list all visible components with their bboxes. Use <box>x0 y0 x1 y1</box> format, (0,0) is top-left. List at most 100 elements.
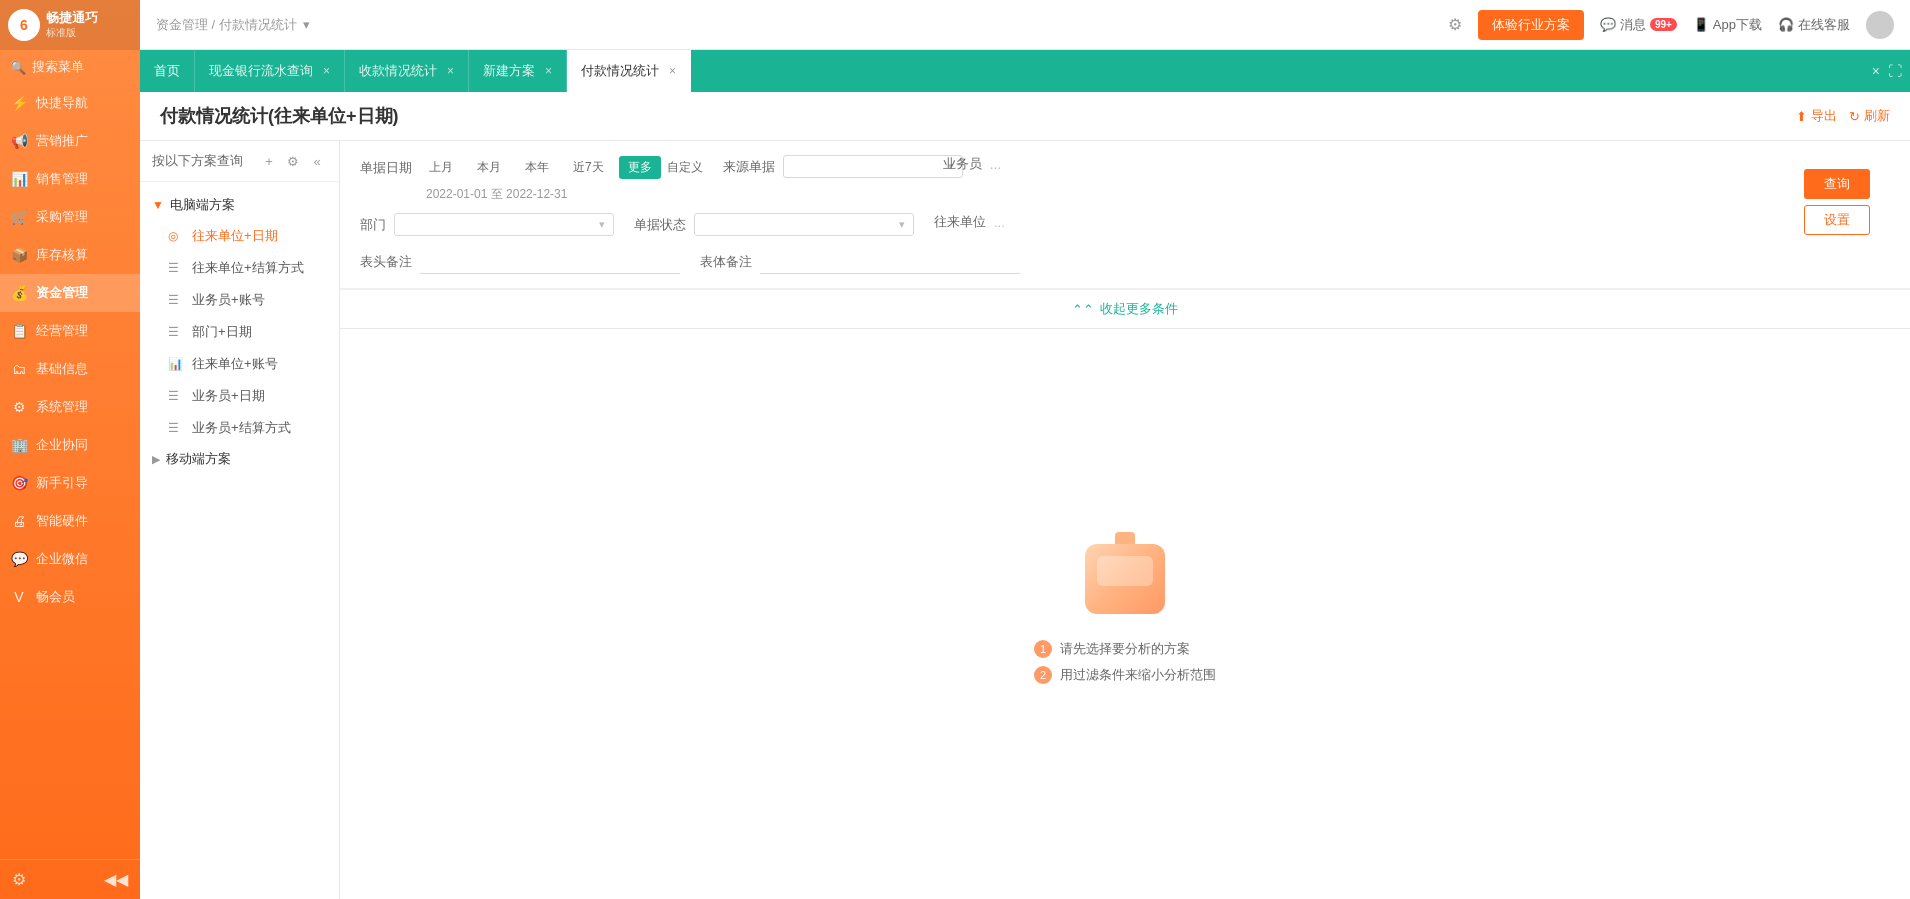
scheme-item-partner-account[interactable]: 📊 往来单位+账号 <box>140 348 339 380</box>
scheme-item-dept-date[interactable]: ☰ 部门+日期 <box>140 316 339 348</box>
sidebar-footer: ⚙ ◀◀ <box>0 859 140 899</box>
tab-new-scheme[interactable]: 新建方案 × <box>469 50 567 92</box>
staff-picker-btn[interactable]: ... <box>990 156 1002 172</box>
sidebar-item-label: 库存核算 <box>36 246 88 264</box>
sidebar-item-capital[interactable]: 💰 资金管理 <box>0 274 140 312</box>
sidebar-item-marketing[interactable]: 📢 营销推广 <box>0 122 140 160</box>
sidebar-item-operations[interactable]: 📋 经营管理 <box>0 312 140 350</box>
tab-receipt-stats-close[interactable]: × <box>447 64 454 78</box>
date-btn-this-month[interactable]: 本月 <box>468 155 510 180</box>
sidebar-item-purchase[interactable]: 🛒 采购管理 <box>0 198 140 236</box>
sidebar-item-system[interactable]: ⚙ 系统管理 <box>0 388 140 426</box>
breadcrumb-chevron: ▾ <box>303 17 310 32</box>
sidebar-item-label: 销售管理 <box>36 170 88 188</box>
scheme-add-btn[interactable]: + <box>259 151 279 171</box>
query-btn[interactable]: 查询 <box>1804 169 1870 199</box>
source-select[interactable]: ▾ <box>783 155 963 178</box>
purchase-icon: 🛒 <box>10 208 28 226</box>
scheme-tree: ▼ 电脑端方案 ◎ 往来单位+日期 ☰ 往来单位+结算方式 ☰ <box>140 182 339 899</box>
sidebar-item-quick-nav[interactable]: ⚡ 快捷导航 <box>0 84 140 122</box>
sidebar-item-sales[interactable]: 📊 销售管理 <box>0 160 140 198</box>
sidebar-item-basicinfo[interactable]: 🗂 基础信息 <box>0 350 140 388</box>
scheme-item-staff-settlement[interactable]: ☰ 业务员+结算方式 <box>140 412 339 444</box>
sidebar-item-hardware[interactable]: 🖨 智能硬件 <box>0 502 140 540</box>
filter-header-remark-item: 表头备注 <box>360 250 680 274</box>
body-remark-label: 表体备注 <box>700 253 752 271</box>
export-icon: ⬆ <box>1796 109 1807 124</box>
date-range-display: 2022-01-01 至 2022-12-31 <box>426 186 567 203</box>
breadcrumb-text: 资金管理 / 付款情况统计 <box>156 16 297 34</box>
header-remark-input[interactable] <box>420 250 680 274</box>
sidebar-item-wechat[interactable]: 💬 企业微信 <box>0 540 140 578</box>
desktop-group-label: 电脑端方案 <box>170 196 235 214</box>
mobile-group-title[interactable]: ▶ 移动端方案 <box>140 444 339 474</box>
body-remark-input[interactable] <box>760 250 1020 274</box>
app-download-btn[interactable]: 📱 App下载 <box>1693 16 1762 34</box>
scheme-collapse-btn[interactable]: « <box>307 151 327 171</box>
scheme-item-label-0: 往来单位+日期 <box>192 227 278 245</box>
collapse-conditions-btn[interactable]: ⌃⌃ 收起更多条件 <box>340 289 1910 328</box>
sidebar-item-label: 快捷导航 <box>36 94 88 112</box>
date-btn-last-month[interactable]: 上月 <box>420 155 462 180</box>
logo-text-group: 畅捷通巧 标准版 <box>46 10 98 40</box>
tab-payment-stats-close[interactable]: × <box>669 64 676 78</box>
export-label: 导出 <box>1811 107 1837 125</box>
sidebar-item-label: 新手引导 <box>36 474 88 492</box>
sidebar-item-label: 采购管理 <box>36 208 88 226</box>
settings-bottom-icon[interactable]: ⚙ <box>12 870 26 889</box>
scheme-settings-btn[interactable]: ⚙ <box>283 151 303 171</box>
date-custom-label[interactable]: 自定义 <box>667 159 703 176</box>
collapse-sidebar-icon[interactable]: ◀◀ <box>104 870 128 889</box>
tab-window-controls: × ⛶ <box>1872 63 1910 79</box>
search-icon: 🔍 <box>10 60 26 75</box>
tab-cash-flow[interactable]: 现金银行流水查询 × <box>195 50 345 92</box>
date-btn-this-year[interactable]: 本年 <box>516 155 558 180</box>
sidebar-item-inventory[interactable]: 📦 库存核算 <box>0 236 140 274</box>
online-service-icon: 🎧 <box>1778 17 1794 32</box>
scheme-item-icon-1: ☰ <box>168 261 184 275</box>
message-icon: 💬 <box>1600 17 1616 32</box>
tab-cash-flow-close[interactable]: × <box>323 64 330 78</box>
enterprise-icon: 🏢 <box>10 436 28 454</box>
tab-receipt-stats[interactable]: 收款情况统计 × <box>345 50 469 92</box>
date-btn-7days[interactable]: 近7天 <box>564 155 613 180</box>
filter-staff-item: 业务员 ... 查询 设置 <box>943 155 1890 173</box>
user-avatar[interactable] <box>1866 11 1894 39</box>
date-btn-more[interactable]: 更多 <box>619 156 661 179</box>
status-select[interactable]: ▾ <box>694 213 914 236</box>
scheme-item-staff-account[interactable]: ☰ 业务员+账号 <box>140 284 339 316</box>
sidebar-item-enterprise[interactable]: 🏢 企业协同 <box>0 426 140 464</box>
sidebar-item-guide[interactable]: 🎯 新手引导 <box>0 464 140 502</box>
tab-new-scheme-close[interactable]: × <box>545 64 552 78</box>
partner-label: 往来单位 <box>934 213 986 231</box>
online-service-btn[interactable]: 🎧 在线客服 <box>1778 16 1850 34</box>
sidebar-search[interactable]: 🔍 搜索菜单 <box>0 50 140 84</box>
capital-icon: 💰 <box>10 284 28 302</box>
dept-select[interactable]: ▾ <box>394 213 614 236</box>
sidebar-logo: 6 畅捷通巧 标准版 <box>0 0 140 50</box>
desktop-group-title[interactable]: ▼ 电脑端方案 <box>140 190 339 220</box>
trial-btn[interactable]: 体验行业方案 <box>1478 10 1584 40</box>
empty-hint-2: 2 用过滤条件来缩小分析范围 <box>1034 666 1216 684</box>
scheme-actions: + ⚙ « <box>259 151 327 171</box>
header-settings-icon[interactable]: ⚙ <box>1448 15 1462 34</box>
sidebar-item-member[interactable]: V 畅会员 <box>0 578 140 616</box>
top-header: 资金管理 / 付款情况统计 ▾ ⚙ 体验行业方案 💬 消息 99+ 📱 App下… <box>140 0 1910 50</box>
scheme-panel-header: 按以下方案查询 + ⚙ « <box>140 141 339 182</box>
tab-maximize[interactable]: ⛶ <box>1888 63 1902 79</box>
partner-picker-btn[interactable]: ... <box>994 215 1005 230</box>
refresh-btn[interactable]: ↻ 刷新 <box>1849 107 1890 125</box>
filter-settings-btn[interactable]: 设置 <box>1804 205 1870 235</box>
sidebar-nav: ⚡ 快捷导航 📢 营销推广 📊 销售管理 🛒 采购管理 📦 库存核算 💰 资金管… <box>0 84 140 859</box>
scheme-item-partner-date[interactable]: ◎ 往来单位+日期 <box>140 220 339 252</box>
filter-date-range-row: 2022-01-01 至 2022-12-31 <box>360 186 1890 203</box>
export-btn[interactable]: ⬆ 导出 <box>1796 107 1837 125</box>
tab-payment-stats[interactable]: 付款情况统计 × <box>567 50 691 92</box>
scheme-item-partner-settlement[interactable]: ☰ 往来单位+结算方式 <box>140 252 339 284</box>
filter-row-3: 表头备注 表体备注 <box>360 250 1890 274</box>
tab-close-all[interactable]: × <box>1872 63 1880 79</box>
tab-home[interactable]: 首页 <box>140 50 195 92</box>
sidebar-item-label: 畅会员 <box>36 588 75 606</box>
message-btn[interactable]: 💬 消息 99+ <box>1600 16 1677 34</box>
scheme-item-staff-date[interactable]: ☰ 业务员+日期 <box>140 380 339 412</box>
